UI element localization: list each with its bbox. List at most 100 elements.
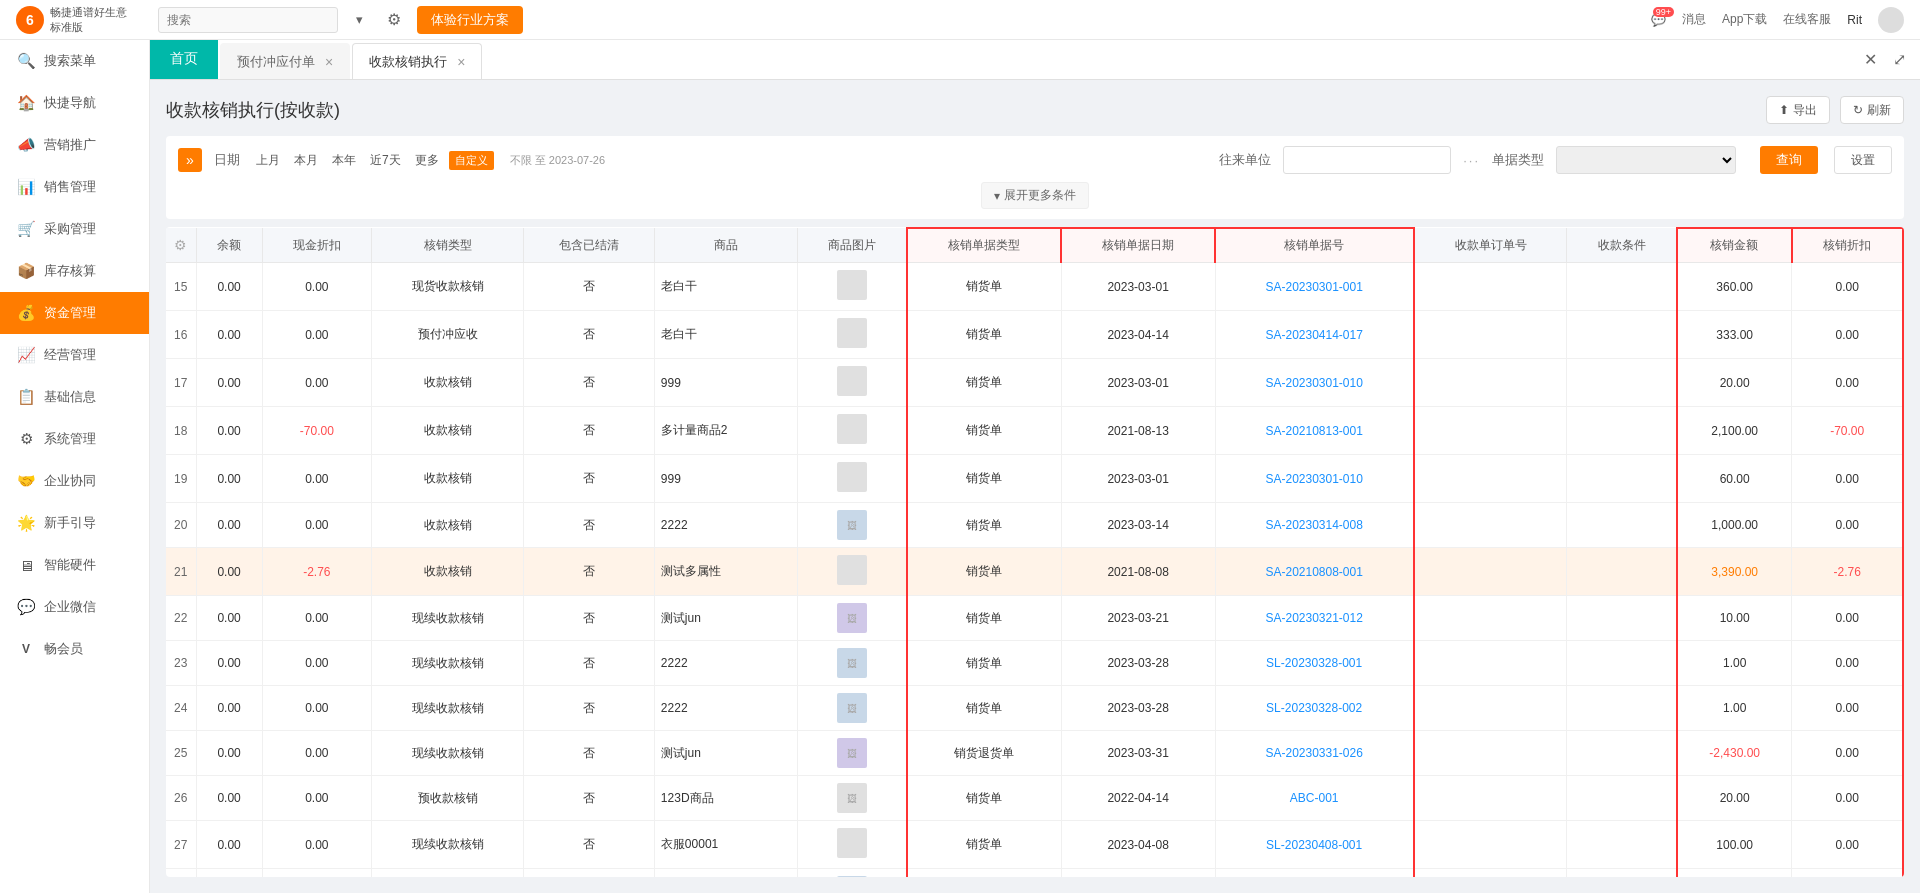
sidebar-label-sales: 销售管理 — [44, 178, 96, 196]
export-label: 导出 — [1793, 102, 1817, 119]
cell-id: 18 — [166, 407, 196, 455]
date-last-month[interactable]: 上月 — [252, 150, 284, 171]
tab-receipt[interactable]: 收款核销执行 × — [352, 43, 482, 79]
operations-icon: 📈 — [16, 346, 36, 364]
expand-more-btn[interactable]: ▾ 展开更多条件 — [981, 182, 1089, 209]
cell-cancel-type: 销货单 — [907, 503, 1061, 548]
table-row: 25 0.00 0.00 现续收款核销 否 测试jun 🖼 销货退货单 2023… — [166, 731, 1903, 776]
home-icon: 🏠 — [16, 94, 36, 112]
cancel-no-link[interactable]: SA-20230331-026 — [1265, 746, 1362, 760]
cancel-no-link[interactable]: SA-20230301-010 — [1265, 472, 1362, 486]
cell-goods: 999 — [654, 359, 797, 407]
cancel-no-link[interactable]: SA-20230321-012 — [1265, 611, 1362, 625]
refresh-icon: ↻ — [1853, 103, 1863, 117]
date-more[interactable]: 更多 — [411, 150, 443, 171]
cell-receipt-no — [1414, 821, 1567, 869]
cancel-no-link[interactable]: SA-20230301-001 — [1265, 280, 1362, 294]
logo-text: 畅捷通谱好生意 — [50, 5, 127, 20]
cancel-no-link[interactable]: SL-20230328-002 — [1266, 701, 1362, 715]
search-input[interactable] — [158, 7, 338, 33]
tab-receipt-close[interactable]: × — [457, 54, 465, 70]
cell-goods-img — [797, 548, 907, 596]
cancel-no-link[interactable]: SA-20230301-010 — [1265, 376, 1362, 390]
cell-cancel-no: SA-20210813-001 — [1215, 407, 1414, 455]
industry-btn[interactable]: 体验行业方案 — [417, 6, 523, 34]
sales-icon: 📊 — [16, 178, 36, 196]
goods-image — [837, 828, 867, 858]
expand-icon[interactable]: ⤢ — [1889, 46, 1910, 73]
settings-btn[interactable]: ⚙ — [381, 7, 407, 33]
sidebar-item-funds[interactable]: 💰 资金管理 — [0, 292, 149, 334]
cancel-no-link[interactable]: SA-20230314-008 — [1265, 518, 1362, 532]
system-icon: ⚙ — [16, 430, 36, 448]
sidebar-item-system[interactable]: ⚙ 系统管理 — [0, 418, 149, 460]
dropdown-btn[interactable]: ▾ — [348, 7, 371, 33]
cell-balance: 0.00 — [196, 821, 262, 869]
sidebar-label-enterprise: 企业协同 — [44, 472, 96, 490]
sidebar-item-guide[interactable]: 🌟 新手引导 — [0, 502, 149, 544]
close-window-icon[interactable]: ✕ — [1860, 46, 1881, 73]
cell-cancel-discount: 0.00 — [1792, 641, 1903, 686]
col-header-cancel-date: 核销单据日期 — [1061, 228, 1215, 263]
date-this-month[interactable]: 本月 — [290, 150, 322, 171]
setting-button[interactable]: 设置 — [1834, 146, 1892, 174]
cell-cash-discount: 0.00 — [262, 503, 371, 548]
sidebar-item-sales[interactable]: 📊 销售管理 — [0, 166, 149, 208]
cell-cancel-discount: 0.00 — [1792, 776, 1903, 821]
refresh-button[interactable]: ↻ 刷新 — [1840, 96, 1904, 124]
sidebar-item-basic[interactable]: 📋 基础信息 — [0, 376, 149, 418]
cell-cash-discount: 0.00 — [262, 776, 371, 821]
expand-filter-btn[interactable]: » — [178, 148, 202, 172]
sidebar-item-quick-nav[interactable]: 🏠 快捷导航 — [0, 82, 149, 124]
cancel-no-link[interactable]: SL-20230408-001 — [1266, 838, 1362, 852]
cell-cancel-no: SL-20230408-001 — [1215, 821, 1414, 869]
cancel-no-link[interactable]: SA-20230414-017 — [1265, 328, 1362, 342]
single-type-select[interactable] — [1556, 146, 1736, 174]
tab-prepay[interactable]: 预付冲应付单 × — [220, 43, 350, 79]
date-7days[interactable]: 近7天 — [366, 150, 405, 171]
message-icon[interactable]: 💬 99+ — [1651, 13, 1666, 27]
query-button[interactable]: 查询 — [1760, 146, 1818, 174]
export-button[interactable]: ⬆ 导出 — [1766, 96, 1830, 124]
cell-cancel-discount: 0.00 — [1792, 596, 1903, 641]
cell-type: 现续收款核销 — [371, 686, 523, 731]
from-unit-input[interactable] — [1283, 146, 1451, 174]
cell-cancel-date: 2023-03-31 — [1061, 731, 1215, 776]
sidebar-item-member[interactable]: V 畅会员 — [0, 628, 149, 670]
main-layout: 🔍 搜索菜单 🏠 快捷导航 📣 营销推广 📊 销售管理 🛒 采购管理 📦 库存核… — [0, 40, 1920, 893]
sidebar-item-operations[interactable]: 📈 经营管理 — [0, 334, 149, 376]
goods-image: 🖼 — [837, 693, 867, 723]
date-this-year[interactable]: 本年 — [328, 150, 360, 171]
app-download[interactable]: App下载 — [1722, 11, 1767, 28]
cell-receipt-cond — [1567, 359, 1677, 407]
cell-cancel-amount: 3,390.00 — [1677, 548, 1792, 596]
gear-icon[interactable]: ⚙ — [174, 237, 187, 253]
cell-id: 17 — [166, 359, 196, 407]
cancel-no-link[interactable]: SA-20210813-001 — [1265, 424, 1362, 438]
sidebar-item-enterprise[interactable]: 🤝 企业协同 — [0, 460, 149, 502]
cancel-no-link[interactable]: SA-20210808-001 — [1265, 565, 1362, 579]
top-bar: 6 畅捷通谱好生意 标准版 ▾ ⚙ 体验行业方案 💬 99+ 消息 App下载 … — [0, 0, 1920, 40]
sidebar-item-hardware[interactable]: 🖥 智能硬件 — [0, 544, 149, 586]
avatar[interactable] — [1878, 7, 1904, 33]
sidebar-label-inventory: 库存核算 — [44, 262, 96, 280]
cancel-no-link[interactable]: SL-20230328-001 — [1266, 656, 1362, 670]
col-header-cancel-type: 核销单据类型 — [907, 228, 1061, 263]
cell-receipt-cond — [1567, 455, 1677, 503]
cell-cancel-amount: 10.00 — [1677, 596, 1792, 641]
sidebar-item-wechat[interactable]: 💬 企业微信 — [0, 586, 149, 628]
funds-icon: 💰 — [16, 304, 36, 322]
tab-prepay-close[interactable]: × — [325, 54, 333, 70]
sidebar-item-inventory[interactable]: 📦 库存核算 — [0, 250, 149, 292]
goods-image — [837, 414, 867, 444]
cell-goods-img: 🖼 — [797, 776, 907, 821]
user-name[interactable]: Rit — [1847, 13, 1862, 27]
sidebar-item-marketing[interactable]: 📣 营销推广 — [0, 124, 149, 166]
sidebar-item-purchase[interactable]: 🛒 采购管理 — [0, 208, 149, 250]
online-service[interactable]: 在线客服 — [1783, 11, 1831, 28]
sidebar-item-search[interactable]: 🔍 搜索菜单 — [0, 40, 149, 82]
cancel-no-link[interactable]: ABC-001 — [1290, 791, 1339, 805]
tab-home[interactable]: 首页 — [150, 40, 218, 79]
date-custom[interactable]: 自定义 — [449, 151, 494, 170]
cell-cancel-discount: 0.00 — [1792, 686, 1903, 731]
